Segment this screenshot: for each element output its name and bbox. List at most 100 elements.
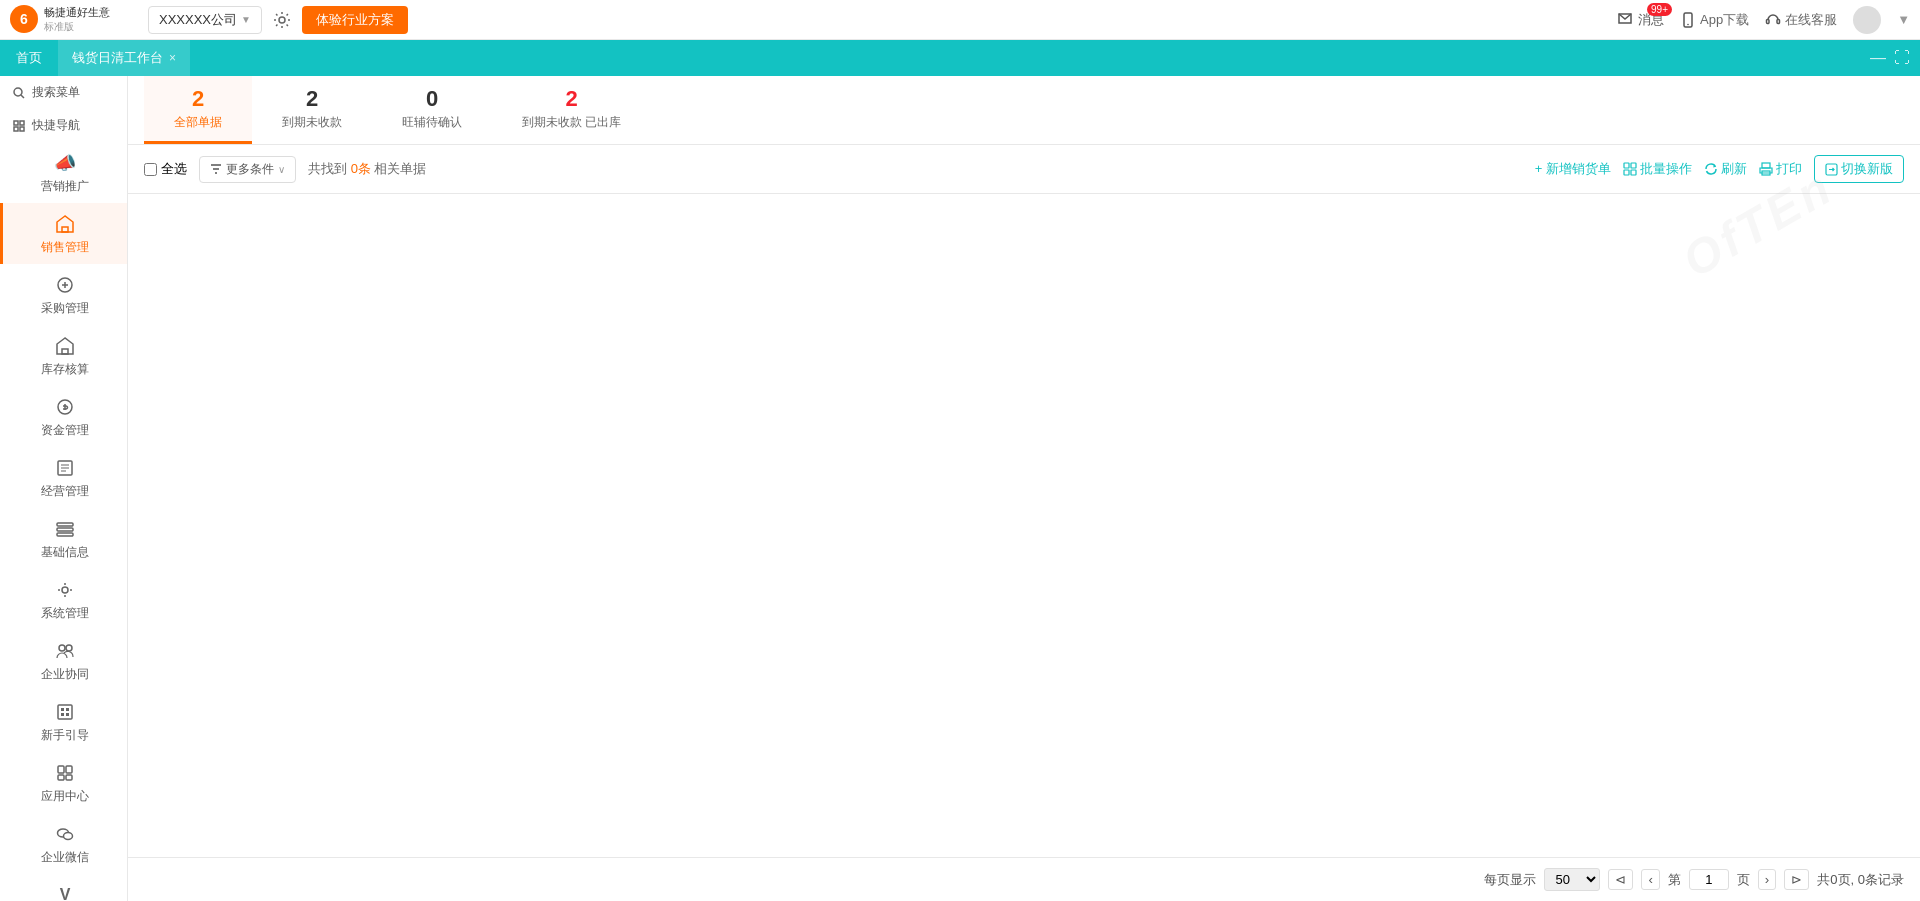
svg-point-31 [64,833,73,840]
sidebar-item-finance[interactable]: 资金管理 [0,386,127,447]
batch-icon [1623,162,1637,176]
logo-area: 6 畅捷通好生意 标准版 [10,5,138,33]
online-service-label: 在线客服 [1785,11,1837,29]
app-center-label: 应用中心 [41,788,89,805]
svg-rect-28 [58,775,64,780]
experience-button[interactable]: 体验行业方案 [302,6,408,34]
basic-icon [54,518,76,540]
sales-label: 销售管理 [41,239,89,256]
stat-label-all: 全部单据 [174,114,222,131]
stat-tab-overdue[interactable]: 2 到期未收款 [252,76,372,144]
sidebar-item-app-center[interactable]: 应用中心 [0,752,127,813]
svg-rect-22 [61,708,64,711]
sidebar-item-member[interactable]: V 畅会员 [0,874,127,901]
stat-tab-all[interactable]: 2 全部单据 [144,76,252,144]
quick-nav[interactable]: 快捷导航 [0,109,127,142]
svg-rect-8 [14,127,18,131]
stat-number-all: 2 [192,86,204,112]
svg-rect-33 [1631,163,1636,168]
search-menu[interactable]: 搜索菜单 [0,76,127,109]
filter-icon [210,163,222,175]
message-icon [1616,11,1634,29]
sidebar-item-system[interactable]: 系统管理 [0,569,127,630]
toolbar-right: + 新增销货单 批量操作 刷新 [1535,155,1904,183]
stat-number-pending: 0 [426,86,438,112]
logo-icon: 6 [10,5,38,33]
next-page-button[interactable]: › [1758,869,1776,890]
svg-rect-16 [57,528,73,531]
enterprise-label: 企业协同 [41,666,89,683]
settings-icon[interactable] [270,8,294,32]
more-filter-button[interactable]: 更多条件 ∨ [199,156,296,183]
switch-icon [1825,163,1838,176]
online-service[interactable]: 在线客服 [1765,11,1837,29]
refresh-button[interactable]: 刷新 [1704,160,1747,178]
wechat-icon [54,823,76,845]
company-selector[interactable]: XXXXXX公司 ▼ [148,6,262,34]
wechat-label: 企业微信 [41,849,89,866]
purchase-label: 采购管理 [41,300,89,317]
sidebar: 搜索菜单 快捷导航 📣 营销推广 销售管理 [0,76,128,901]
table-area [128,194,1920,857]
tab-minimize-icon[interactable]: — [1870,49,1886,67]
sales-icon [54,213,76,235]
stat-label-overdue: 到期未收款 [282,114,342,131]
print-button[interactable]: 打印 [1759,160,1802,178]
sidebar-item-purchase[interactable]: 采购管理 [0,264,127,325]
svg-point-19 [59,645,65,651]
found-suffix: 相关单据 [374,161,426,176]
tab-current[interactable]: 钱货日清工作台 × [58,40,190,76]
basic-label: 基础信息 [41,544,89,561]
sidebar-item-guide[interactable]: 新手引导 [0,691,127,752]
app-name: 畅捷通好生意 [44,5,110,19]
avatar[interactable] [1853,6,1881,34]
print-icon [1759,162,1773,176]
batch-operation-button[interactable]: 批量操作 [1623,160,1692,178]
message-area[interactable]: 消息 99+ [1616,11,1664,29]
found-prefix: 共找到 [308,161,347,176]
stat-tab-overdue-shipped[interactable]: 2 到期未收款 已出库 [492,76,651,144]
select-all-input[interactable] [144,163,157,176]
svg-point-20 [66,645,72,651]
username[interactable]: ▼ [1897,12,1910,27]
search-icon [12,86,26,100]
tab-maximize-icon[interactable]: ⛶ [1894,49,1910,67]
svg-rect-15 [57,523,73,526]
stat-tab-pending[interactable]: 0 旺辅待确认 [372,76,492,144]
switch-label: 切换新版 [1841,160,1893,178]
top-right-area: 消息 99+ App下载 在线客服 ▼ [1616,6,1910,34]
tab-close-icon[interactable]: × [169,51,176,65]
refresh-icon [1704,162,1718,176]
operation-icon [54,457,76,479]
select-all-checkbox[interactable]: 全选 [144,160,187,178]
page-number-input[interactable] [1689,869,1729,890]
inventory-icon [54,335,76,357]
last-page-button[interactable]: ⊳ [1784,869,1809,890]
svg-rect-23 [66,708,69,711]
svg-rect-35 [1631,170,1636,175]
sidebar-item-marketing[interactable]: 📣 营销推广 [0,142,127,203]
svg-rect-26 [58,766,64,773]
switch-version-button[interactable]: 切换新版 [1814,155,1904,183]
sidebar-item-basic[interactable]: 基础信息 [0,508,127,569]
marketing-icon: 📣 [54,152,76,174]
top-bar: 6 畅捷通好生意 标准版 XXXXXX公司 ▼ 体验行业方案 消息 99+ [0,0,1920,40]
sidebar-item-inventory[interactable]: 库存核算 [0,325,127,386]
sidebar-item-enterprise[interactable]: 企业协同 [0,630,127,691]
guide-label: 新手引导 [41,727,89,744]
app-download[interactable]: App下载 [1680,11,1749,29]
operation-label: 经营管理 [41,483,89,500]
sidebar-item-operation[interactable]: 经营管理 [0,447,127,508]
sidebar-item-wechat[interactable]: 企业微信 [0,813,127,874]
svg-rect-7 [20,121,24,125]
phone-icon [1680,12,1696,28]
sidebar-item-sales[interactable]: 销售管理 [0,203,127,264]
first-page-button[interactable]: ⊲ [1608,869,1633,890]
add-sales-order-button[interactable]: + 新增销货单 [1535,160,1611,178]
tab-bar-right: — ⛶ [1870,49,1920,67]
more-filter-label: 更多条件 [226,161,274,178]
per-page-select[interactable]: 50 100 200 [1544,868,1600,891]
tab-home[interactable]: 首页 [0,40,58,76]
prev-page-button[interactable]: ‹ [1641,869,1659,890]
toolbar: 全选 更多条件 ∨ 共找到 0条 相关单据 + 新增销货单 [128,145,1920,194]
